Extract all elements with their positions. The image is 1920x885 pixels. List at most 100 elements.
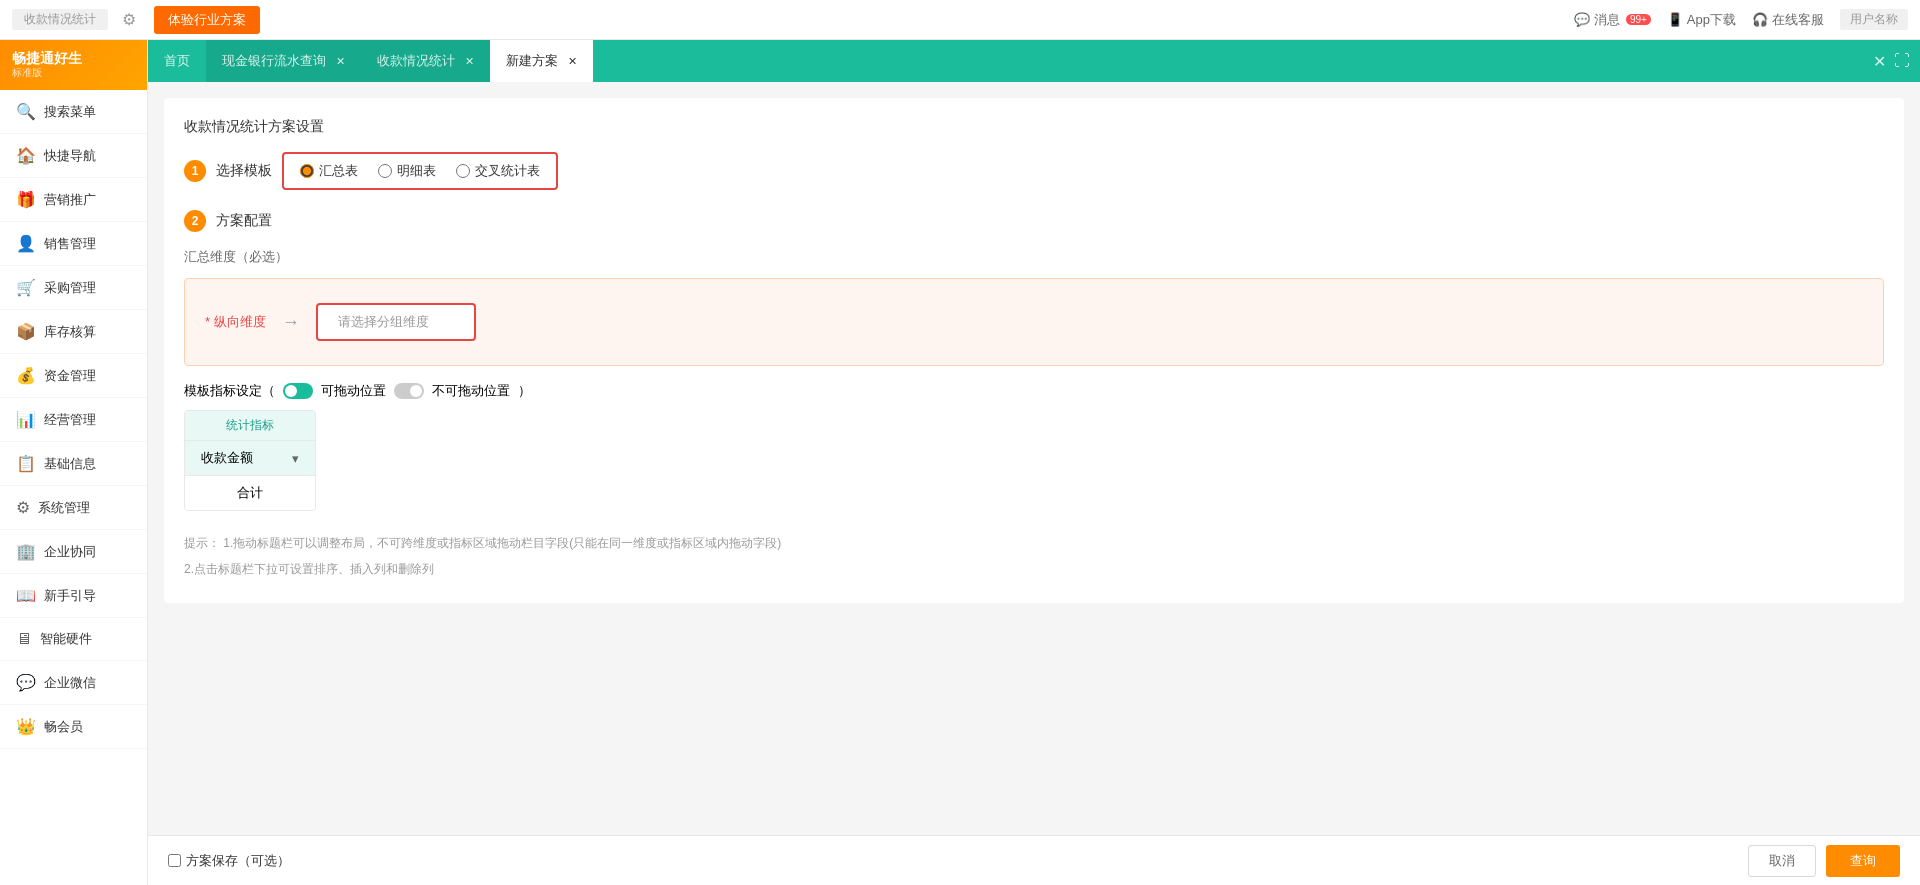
tips-section: 提示： 1.拖动标题栏可以调整布局，不可跨维度或指标区域拖动栏目字段(只能在同一… <box>184 531 1884 581</box>
message-icon: 💬 <box>1574 12 1590 27</box>
radio-cross[interactable]: 交叉统计表 <box>456 162 540 180</box>
content-area: 首页 现金银行流水查询 ✕ 收款情况统计 ✕ 新建方案 ✕ ✕ ⛶ 收款情况统计… <box>148 40 1920 885</box>
sidebar-item-system[interactable]: ⚙ 系统管理 <box>0 486 147 530</box>
download-item[interactable]: 📱 App下载 <box>1667 11 1736 29</box>
sidebar-item-label: 企业协同 <box>44 543 96 561</box>
main-card: 收款情况统计方案设置 1 选择模板 汇总表 明细表 <box>164 98 1904 603</box>
monitor-icon: 🖥 <box>16 630 32 648</box>
non-draggable-label: 不可拖动位置 <box>432 382 510 400</box>
top-bar-left: 收款情况统计 ⚙ 体验行业方案 <box>12 6 260 34</box>
save-checkbox-label[interactable]: 方案保存（可选） <box>168 852 290 870</box>
tab-bank-flow-close[interactable]: ✕ <box>336 55 345 68</box>
tab-bar-actions: ✕ ⛶ <box>1873 52 1920 71</box>
radio-detail[interactable]: 明细表 <box>378 162 436 180</box>
gear-icon[interactable]: ⚙ <box>122 10 136 29</box>
sidebar-item-label: 新手引导 <box>44 587 96 605</box>
breadcrumb: 收款情况统计 <box>12 9 108 30</box>
section2: 2 方案配置 汇总维度（必选） * 纵向维度 → 请选择分组维度 <box>184 210 1884 581</box>
service-item[interactable]: 🎧 在线客服 <box>1752 11 1824 29</box>
dimension-area: * 纵向维度 → 请选择分组维度 <box>184 278 1884 366</box>
tab-bank-flow[interactable]: 现金银行流水查询 ✕ <box>206 40 361 82</box>
section1-header: 1 选择模板 汇总表 明细表 交叉统计表 <box>184 152 1884 190</box>
dimension-arrow: → <box>282 312 300 333</box>
save-label: 方案保存（可选） <box>186 852 290 870</box>
save-checkbox[interactable] <box>168 854 181 867</box>
sidebar-item-member[interactable]: 👑 畅会员 <box>0 705 147 749</box>
sidebar-item-basic-info[interactable]: 📋 基础信息 <box>0 442 147 486</box>
dimension-title: 汇总维度（必选） <box>184 248 1884 266</box>
radio-summary-label: 汇总表 <box>319 162 358 180</box>
section2-title: 方案配置 <box>216 212 272 230</box>
user-name: 用户名称 <box>1840 9 1908 30</box>
building-icon: 🏢 <box>16 542 36 561</box>
tab-expand-btn[interactable]: ⛶ <box>1894 52 1910 70</box>
dimension-select[interactable]: 请选择分组维度 <box>316 303 476 341</box>
settings-icon: ⚙ <box>16 498 30 517</box>
metrics-section-label: 统计指标 <box>226 417 274 434</box>
bottom-bar: 方案保存（可选） 取消 查询 <box>148 835 1920 885</box>
radio-cross-label: 交叉统计表 <box>475 162 540 180</box>
tab-new-plan[interactable]: 新建方案 ✕ <box>490 40 593 82</box>
tab-new-plan-close[interactable]: ✕ <box>568 55 577 68</box>
sidebar: 畅捷通好生 标准版 🔍 搜索菜单 🏠 快捷导航 🎁 营销推广 👤 销售管理 🛒 … <box>0 40 148 885</box>
tip-2: 2.点击标题栏下拉可设置排序、插入列和删除列 <box>184 557 1884 581</box>
main-layout: 畅捷通好生 标准版 🔍 搜索菜单 🏠 快捷导航 🎁 营销推广 👤 销售管理 🛒 … <box>0 40 1920 885</box>
sidebar-item-label: 系统管理 <box>38 499 90 517</box>
sidebar-item-label: 资金管理 <box>44 367 96 385</box>
clipboard-icon: 📋 <box>16 454 36 473</box>
sidebar-item-hardware[interactable]: 🖥 智能硬件 <box>0 618 147 661</box>
metrics-row-label: 合计 <box>237 485 263 500</box>
gift-icon: 🎁 <box>16 190 36 209</box>
query-button[interactable]: 查询 <box>1826 845 1900 877</box>
radio-summary-input[interactable] <box>300 164 314 178</box>
metrics-header-label: 收款金额 <box>201 449 253 467</box>
sidebar-item-sales[interactable]: 👤 销售管理 <box>0 222 147 266</box>
metrics-section: 模板指标设定（ 可拖动位置 不可拖动位置 ） <box>184 382 1884 581</box>
tab-collect-stat[interactable]: 收款情况统计 ✕ <box>361 40 490 82</box>
sidebar-item-label: 企业微信 <box>44 674 96 692</box>
sidebar-item-label: 智能硬件 <box>40 630 92 648</box>
page-content: 收款情况统计方案设置 1 选择模板 汇总表 明细表 <box>148 82 1920 835</box>
download-icon: 📱 <box>1667 12 1683 27</box>
sidebar-item-finance[interactable]: 💰 资金管理 <box>0 354 147 398</box>
tab-close-all-btn[interactable]: ✕ <box>1873 52 1886 71</box>
sidebar-item-purchase[interactable]: 🛒 采购管理 <box>0 266 147 310</box>
message-item[interactable]: 💬 消息 99+ <box>1574 11 1651 29</box>
sidebar-item-operation[interactable]: 📊 经营管理 <box>0 398 147 442</box>
sidebar-item-enterprise[interactable]: 🏢 企业协同 <box>0 530 147 574</box>
top-bar-right: 💬 消息 99+ 📱 App下载 🎧 在线客服 用户名称 <box>1574 9 1908 30</box>
industry-btn[interactable]: 体验行业方案 <box>154 6 260 34</box>
non-draggable-toggle-switch[interactable] <box>394 383 424 399</box>
tab-home[interactable]: 首页 <box>148 40 206 82</box>
tab-home-label: 首页 <box>164 52 190 70</box>
sidebar-item-marketing[interactable]: 🎁 营销推广 <box>0 178 147 222</box>
sidebar-item-label: 库存核算 <box>44 323 96 341</box>
sidebar-item-inventory[interactable]: 📦 库存核算 <box>0 310 147 354</box>
radio-summary[interactable]: 汇总表 <box>300 162 358 180</box>
sidebar-item-wechat[interactable]: 💬 企业微信 <box>0 661 147 705</box>
home-icon: 🏠 <box>16 146 36 165</box>
tab-bank-flow-label: 现金银行流水查询 <box>222 52 326 70</box>
tab-collect-stat-close[interactable]: ✕ <box>465 55 474 68</box>
cart-icon: 🛒 <box>16 278 36 297</box>
message-badge: 99+ <box>1626 14 1651 25</box>
money-icon: 💰 <box>16 366 36 385</box>
radio-detail-input[interactable] <box>378 164 392 178</box>
metrics-header-dropdown[interactable]: ▾ <box>292 451 299 466</box>
metrics-settings-label: 模板指标设定（ <box>184 382 275 400</box>
sidebar-logo-text: 畅捷通好生 <box>12 50 82 67</box>
cancel-button[interactable]: 取消 <box>1748 845 1816 877</box>
crown-icon: 👑 <box>16 717 36 736</box>
section2-header: 2 方案配置 <box>184 210 1884 232</box>
sidebar-item-label: 营销推广 <box>44 191 96 209</box>
draggable-toggle-switch[interactable] <box>283 383 313 399</box>
sidebar-item-search[interactable]: 🔍 搜索菜单 <box>0 90 147 134</box>
sidebar-item-label: 畅会员 <box>44 718 83 736</box>
sidebar-item-quick-nav[interactable]: 🏠 快捷导航 <box>0 134 147 178</box>
draggable-toggle <box>283 383 313 399</box>
sidebar-item-guide[interactable]: 📖 新手引导 <box>0 574 147 618</box>
template-radio-group: 汇总表 明细表 交叉统计表 <box>282 152 558 190</box>
tip-1: 提示： 1.拖动标题栏可以调整布局，不可跨维度或指标区域拖动栏目字段(只能在同一… <box>184 531 1884 555</box>
non-draggable-toggle <box>394 383 424 399</box>
radio-cross-input[interactable] <box>456 164 470 178</box>
